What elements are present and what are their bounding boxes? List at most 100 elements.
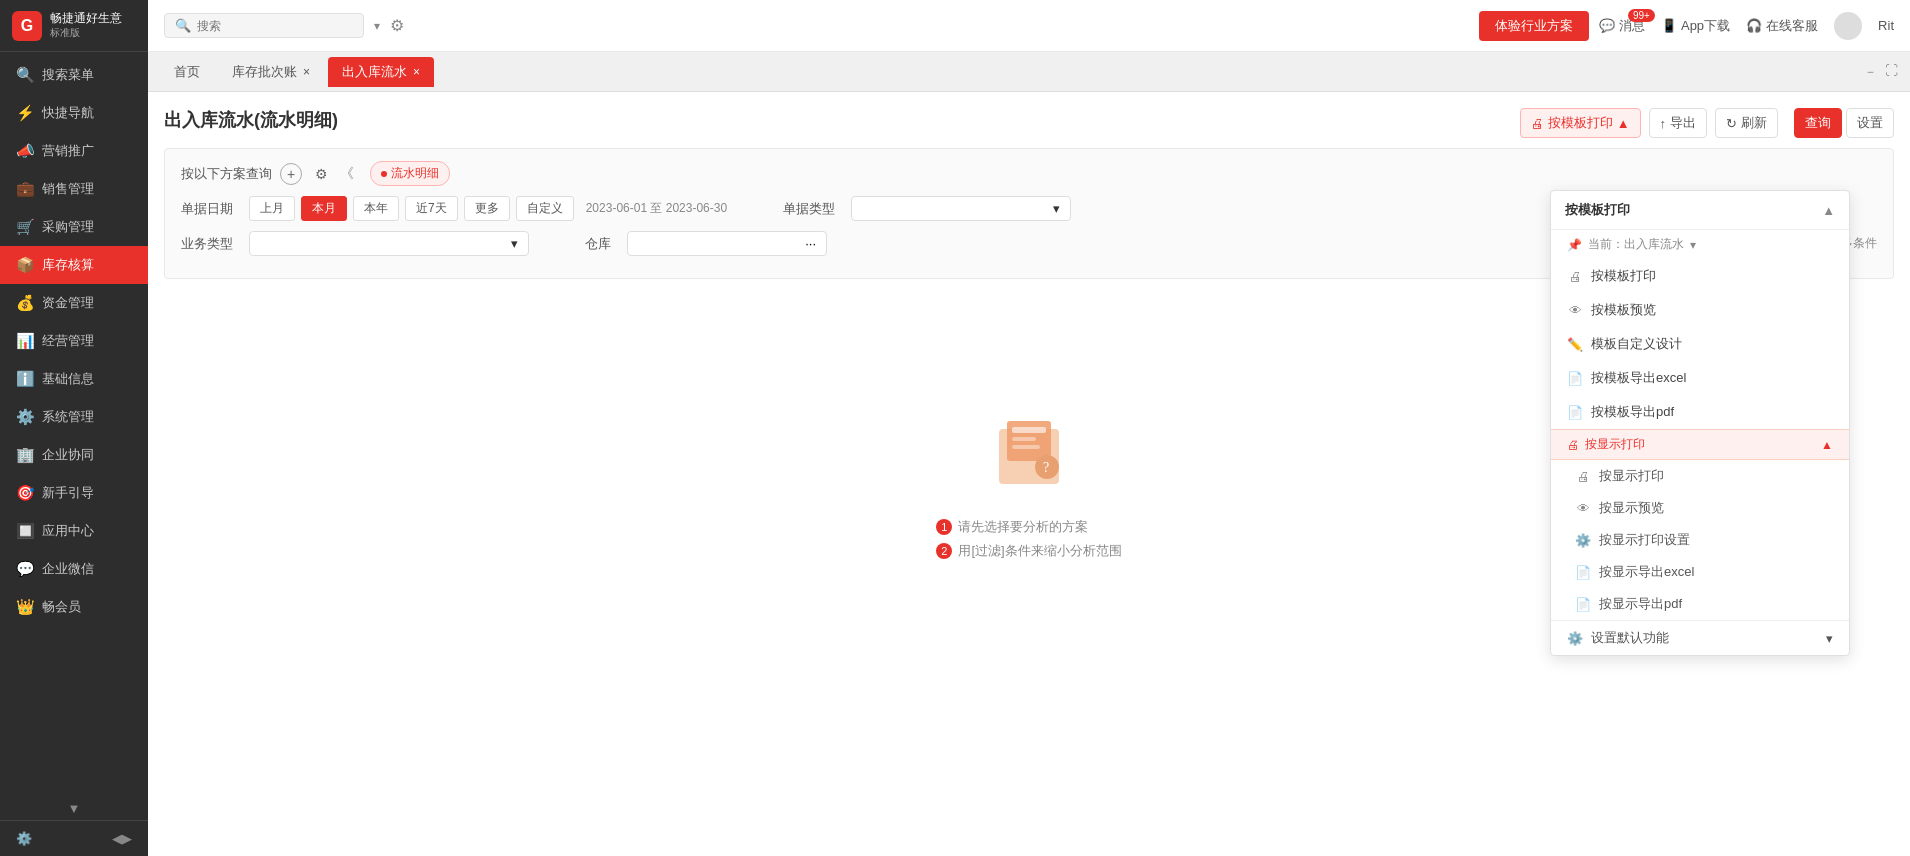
dropdown-item-display-print-settings[interactable]: ⚙️ 按显示打印设置 (1551, 524, 1849, 556)
dropdown-item-template-pdf[interactable]: 📄 按模板导出pdf (1551, 395, 1849, 429)
tab-home[interactable]: 首页 (160, 57, 214, 87)
sidebar-item-marketing[interactable]: 📣 营销推广 (0, 132, 148, 170)
date-chip-7days[interactable]: 近7天 (405, 196, 458, 221)
collapse-sidebar-icon[interactable]: ◀▶ (112, 831, 132, 846)
apps-icon: 🔲 (16, 522, 34, 540)
avatar[interactable] (1834, 12, 1862, 40)
footer-label: 设置默认功能 (1591, 629, 1669, 647)
page-content: 出入库流水(流水明细) 🖨 按模板打印 ▲ ↑ 导出 ↻ 刷新 查询 设置 (148, 92, 1910, 856)
topbar-chevron[interactable]: ▾ (374, 19, 380, 33)
tab-flow[interactable]: 出入库流水 × (328, 57, 434, 87)
sidebar-item-wechat[interactable]: 💬 企业微信 (0, 550, 148, 588)
svg-rect-3 (1012, 437, 1036, 441)
sidebar-item-label: 应用中心 (42, 522, 94, 540)
template-print-btn[interactable]: 🖨 按模板打印 ▲ (1520, 108, 1641, 138)
tab-close-batch[interactable]: × (303, 65, 310, 79)
online-service-link[interactable]: 🎧 在线客服 (1746, 17, 1818, 35)
excel-icon: 📄 (1575, 565, 1591, 580)
tab-label: 库存批次账 (232, 63, 297, 81)
dropdown-item-display-excel[interactable]: 📄 按显示导出excel (1551, 556, 1849, 588)
tab-minimize-icon[interactable]: － (1864, 63, 1877, 81)
topbar: 🔍 ▾ ⚙ 体验行业方案 💬 消息 99+ 📱 App下载 🎧 在线客服 Rit (148, 0, 1910, 52)
sidebar-item-finance[interactable]: 💰 资金管理 (0, 284, 148, 322)
message-badge[interactable]: 💬 消息 99+ (1599, 17, 1645, 35)
filter-header: 按以下方案查询 + ⚙ 《 流水明细 (181, 161, 1877, 186)
sidebar-item-search[interactable]: 🔍 搜索菜单 (0, 56, 148, 94)
sidebar-item-member[interactable]: 👑 畅会员 (0, 588, 148, 626)
settings-icon[interactable]: ⚙️ (16, 831, 32, 846)
tab-expand-icon[interactable]: ⛶ (1885, 63, 1898, 81)
dropdown-item-template-excel[interactable]: 📄 按模板导出excel (1551, 361, 1849, 395)
dropdown-display-header[interactable]: 🖨 按显示打印 ▲ (1551, 429, 1849, 460)
dropdown-close-icon[interactable]: ▲ (1822, 203, 1835, 218)
doc-type-label: 单据类型 (783, 200, 835, 218)
sidebar-item-system[interactable]: ⚙️ 系统管理 (0, 398, 148, 436)
message-count: 99+ (1628, 9, 1655, 22)
sidebar-item-operation[interactable]: 📊 经营管理 (0, 322, 148, 360)
dropdown-item-template-print[interactable]: 🖨 按模板打印 (1551, 259, 1849, 293)
dropdown-item-display-print[interactable]: 🖨 按显示打印 (1551, 460, 1849, 492)
empty-svg: ? (979, 399, 1079, 499)
dropdown-item-template-custom[interactable]: ✏️ 模板自定义设计 (1551, 327, 1849, 361)
empty-step-2: 2 用[过滤]条件来缩小分析范围 (936, 542, 1121, 560)
printer-icon: 🖨 (1531, 116, 1544, 131)
sidebar-item-label: 新手引导 (42, 484, 94, 502)
item-label: 按模板导出pdf (1591, 403, 1674, 421)
search-bar[interactable]: 🔍 (164, 13, 364, 38)
purchase-icon: 🛒 (16, 218, 34, 236)
sidebar-item-inventory[interactable]: 📦 库存核算 (0, 246, 148, 284)
date-chip-current-year[interactable]: 本年 (353, 196, 399, 221)
empty-step-1: 1 请先选择要分析的方案 (936, 518, 1121, 536)
sidebar-item-label: 系统管理 (42, 408, 94, 426)
current-label: 当前：出入库流水 (1588, 236, 1684, 253)
dropdown-current: 📌 当前：出入库流水 ▾ (1551, 230, 1849, 259)
doc-type-select[interactable]: ▾ (851, 196, 1071, 221)
sidebar-scroll-down[interactable]: ▼ (0, 797, 148, 820)
sidebar-item-label: 营销推广 (42, 142, 94, 160)
filter-add-btn[interactable]: + (280, 163, 302, 185)
tab-close-flow[interactable]: × (413, 65, 420, 79)
eye-icon: 👁 (1575, 501, 1591, 516)
sidebar-item-purchase[interactable]: 🛒 采购管理 (0, 208, 148, 246)
sidebar-item-label: 资金管理 (42, 294, 94, 312)
tab-batch-account[interactable]: 库存批次账 × (218, 57, 324, 87)
dropdown-item-display-preview[interactable]: 👁 按显示预览 (1551, 492, 1849, 524)
dropdown-item-display-pdf[interactable]: 📄 按显示导出pdf (1551, 588, 1849, 620)
filter-settings-btn[interactable]: ⚙ (310, 163, 332, 185)
sidebar: G 畅捷通好生意 标准版 🔍 搜索菜单 ⚡ 快捷导航 📣 营销推广 💼 销售管理… (0, 0, 148, 856)
query-btn[interactable]: 查询 (1794, 108, 1842, 138)
warehouse-select[interactable]: ··· (627, 231, 827, 256)
dropdown-footer-set-default[interactable]: ⚙️ 设置默认功能 ▾ (1551, 620, 1849, 655)
tabs-bar: 首页 库存批次账 × 出入库流水 × － ⛶ (148, 52, 1910, 92)
date-chip-more[interactable]: 更多 (464, 196, 510, 221)
export-btn[interactable]: ↑ 导出 (1649, 108, 1708, 138)
display-section-icon: 🖨 (1567, 438, 1579, 452)
sidebar-item-enterprise[interactable]: 🏢 企业协同 (0, 436, 148, 474)
refresh-icon: ↻ (1726, 116, 1737, 131)
sidebar-item-guide[interactable]: 🎯 新手引导 (0, 474, 148, 512)
filter-collapse-btn[interactable]: 《 (340, 165, 354, 183)
settings-btn[interactable]: 设置 (1846, 108, 1894, 138)
item-label: 模板自定义设计 (1591, 335, 1682, 353)
dropdown-item-template-preview[interactable]: 👁 按模板预览 (1551, 293, 1849, 327)
settings-icon[interactable]: ⚙ (390, 16, 404, 35)
date-chip-custom[interactable]: 自定义 (516, 196, 574, 221)
business-type-select[interactable]: ▾ (249, 231, 529, 256)
svg-rect-4 (1012, 445, 1040, 449)
search-input[interactable] (197, 19, 337, 33)
item-label: 按模板预览 (1591, 301, 1656, 319)
guide-icon: 🎯 (16, 484, 34, 502)
display-section-label: 按显示打印 (1585, 436, 1645, 453)
date-chip-current-month[interactable]: 本月 (301, 196, 347, 221)
sidebar-item-basic[interactable]: ℹ️ 基础信息 (0, 360, 148, 398)
app-download-link[interactable]: 📱 App下载 (1661, 17, 1730, 35)
app-download-label: App下载 (1681, 17, 1730, 35)
sidebar-item-sales[interactable]: 💼 销售管理 (0, 170, 148, 208)
refresh-btn[interactable]: ↻ 刷新 (1715, 108, 1778, 138)
date-chip-prev-month[interactable]: 上月 (249, 196, 295, 221)
sidebar-item-quick-nav[interactable]: ⚡ 快捷导航 (0, 94, 148, 132)
sidebar-item-apps[interactable]: 🔲 应用中心 (0, 512, 148, 550)
industry-btn[interactable]: 体验行业方案 (1479, 11, 1589, 41)
phone-icon: 📱 (1661, 18, 1677, 33)
date-range: 2023-06-01 至 2023-06-30 (586, 200, 727, 217)
